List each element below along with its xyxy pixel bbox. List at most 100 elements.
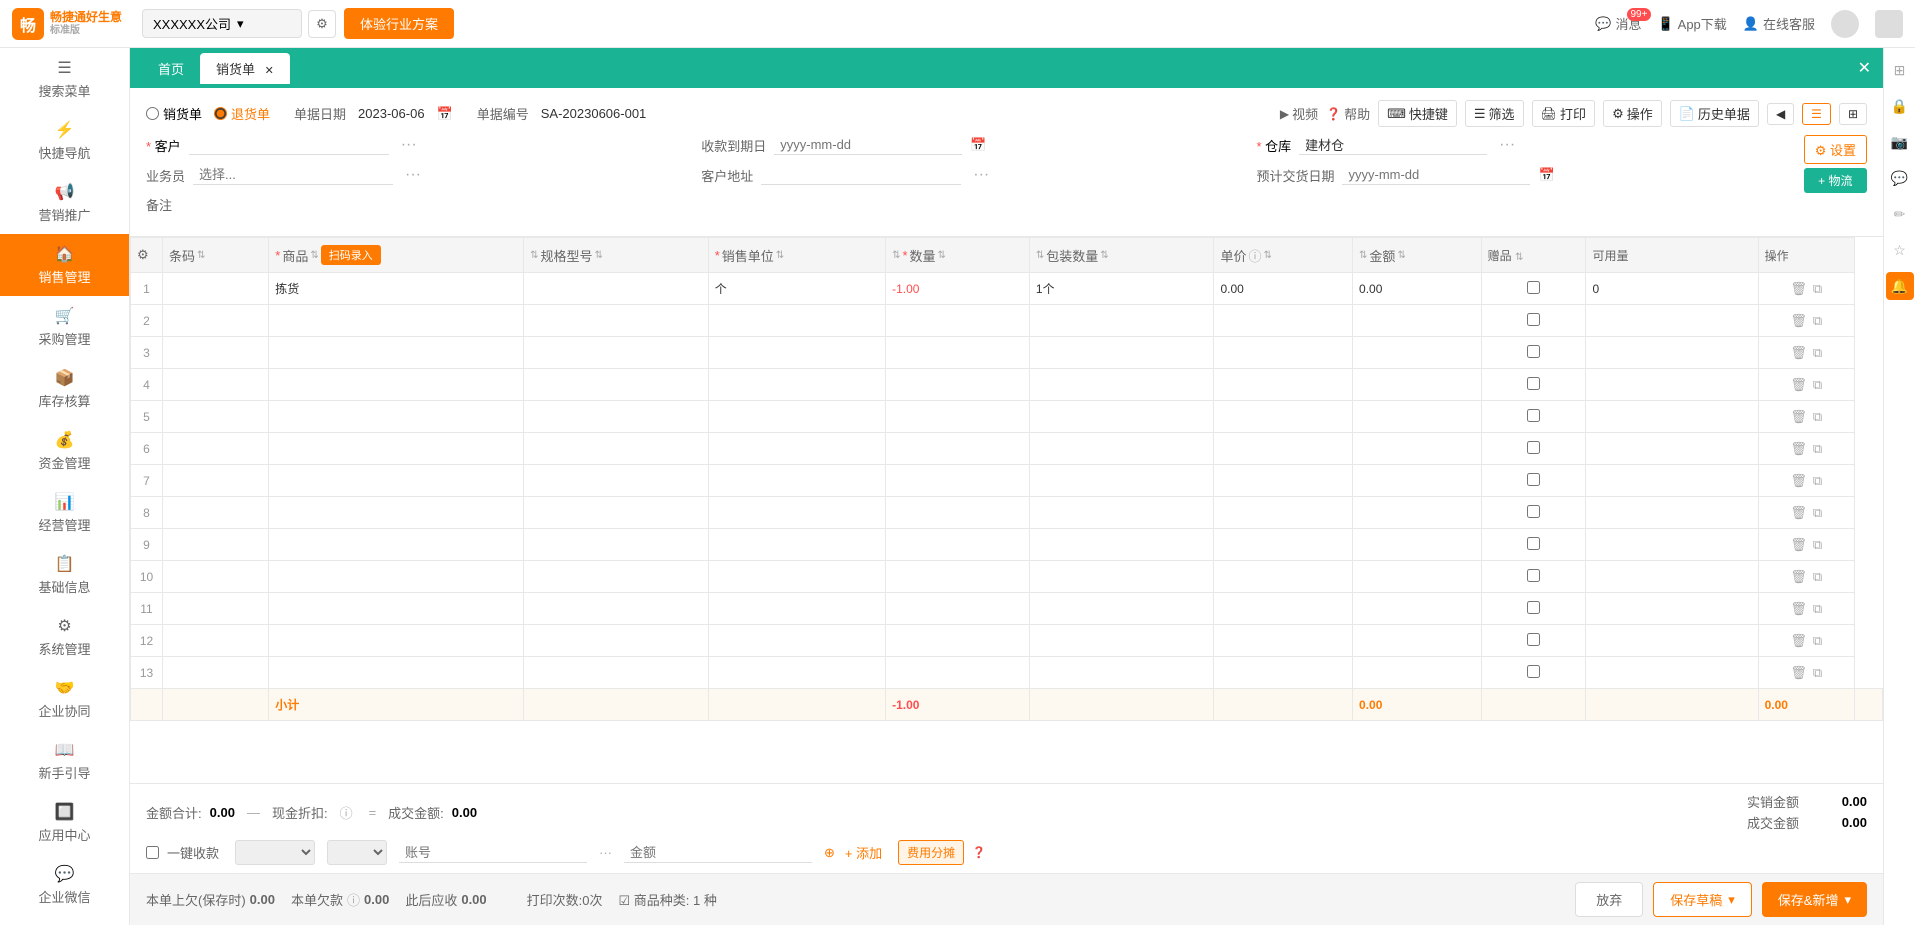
cell-qty[interactable] bbox=[886, 561, 1030, 593]
cell-product[interactable] bbox=[269, 657, 524, 689]
right-icon-photo[interactable]: 📷 bbox=[1886, 128, 1914, 156]
sidebar-item-guide[interactable]: 📖 新手引导 bbox=[0, 730, 129, 792]
customer-input[interactable] bbox=[189, 135, 389, 155]
tab-home[interactable]: 首页 bbox=[142, 53, 200, 84]
cell-unit[interactable] bbox=[708, 593, 885, 625]
cell-unit-price[interactable] bbox=[1214, 401, 1353, 433]
cell-spec[interactable] bbox=[524, 561, 709, 593]
copy-icon[interactable]: ⧉ bbox=[1813, 473, 1822, 489]
cell-pack-qty[interactable] bbox=[1029, 305, 1214, 337]
cell-unit-price[interactable] bbox=[1214, 305, 1353, 337]
account-input[interactable] bbox=[399, 843, 587, 863]
cell-product[interactable] bbox=[269, 529, 524, 561]
cell-gift[interactable] bbox=[1481, 305, 1586, 337]
cell-barcode[interactable] bbox=[163, 337, 269, 369]
expected-calendar-icon[interactable]: 📅 bbox=[1538, 167, 1554, 183]
cell-pack-qty[interactable] bbox=[1029, 657, 1214, 689]
cell-barcode[interactable] bbox=[163, 433, 269, 465]
delete-icon[interactable]: 🗑 bbox=[1790, 345, 1807, 361]
cell-pack-qty[interactable] bbox=[1029, 465, 1214, 497]
cell-unit-price[interactable] bbox=[1214, 625, 1353, 657]
cell-product[interactable] bbox=[269, 465, 524, 497]
copy-icon[interactable]: ⧉ bbox=[1813, 505, 1822, 521]
cell-spec[interactable] bbox=[524, 465, 709, 497]
col-pack-qty-header[interactable]: ⇅ 包装数量 ⇅ bbox=[1029, 238, 1214, 273]
salesperson-input[interactable] bbox=[193, 165, 393, 185]
cell-unit-price[interactable]: 0.00 bbox=[1214, 273, 1353, 305]
cell-barcode[interactable] bbox=[163, 465, 269, 497]
cell-product[interactable] bbox=[269, 369, 524, 401]
sidebar-item-quick-nav[interactable]: ⚡ 快捷导航 bbox=[0, 110, 129, 172]
cell-gift[interactable] bbox=[1481, 497, 1586, 529]
delete-icon[interactable]: 🗑 bbox=[1790, 633, 1807, 649]
cell-unit[interactable] bbox=[708, 305, 885, 337]
cell-unit[interactable] bbox=[708, 433, 885, 465]
cell-gift[interactable] bbox=[1481, 529, 1586, 561]
cell-qty[interactable] bbox=[886, 433, 1030, 465]
cell-unit-price[interactable] bbox=[1214, 369, 1353, 401]
cell-gift[interactable] bbox=[1481, 401, 1586, 433]
col-gift-header[interactable]: 赠品 ⇅ bbox=[1481, 238, 1586, 273]
salesperson-more-icon[interactable]: ··· bbox=[405, 166, 421, 184]
sidebar-item-appstore[interactable]: 🔲 应用中心 bbox=[0, 792, 129, 854]
form-settings-button[interactable]: ⚙ 设置 bbox=[1804, 135, 1867, 164]
cell-unit-price[interactable] bbox=[1214, 657, 1353, 689]
cell-product[interactable] bbox=[269, 401, 524, 433]
cell-unit[interactable] bbox=[708, 497, 885, 529]
copy-icon[interactable]: ⧉ bbox=[1813, 537, 1822, 553]
cell-amount[interactable] bbox=[1353, 593, 1482, 625]
cell-unit[interactable] bbox=[708, 401, 885, 433]
cell-product[interactable] bbox=[269, 305, 524, 337]
cell-amount[interactable] bbox=[1353, 305, 1482, 337]
right-icon-lock[interactable]: 🔒 bbox=[1886, 92, 1914, 120]
sidebar-item-sales[interactable]: 🏠 销售管理 bbox=[0, 234, 129, 296]
sidebar-item-search[interactable]: ☰ 搜索菜单 bbox=[0, 48, 129, 110]
sidebar-item-wechat[interactable]: 💬 企业微信 bbox=[0, 854, 129, 916]
sidebar-item-business[interactable]: 📊 经营管理 bbox=[0, 482, 129, 544]
cell-spec[interactable] bbox=[524, 273, 709, 305]
print-button[interactable]: 🖨 打印 bbox=[1532, 100, 1596, 127]
cell-spec[interactable] bbox=[524, 401, 709, 433]
cell-amount[interactable] bbox=[1353, 497, 1482, 529]
cell-spec[interactable] bbox=[524, 657, 709, 689]
settings-icon[interactable]: ⚙ bbox=[308, 10, 336, 38]
delete-icon[interactable]: 🗑 bbox=[1790, 601, 1807, 617]
shortcut-button[interactable]: ⌨ 快捷键 bbox=[1378, 100, 1457, 127]
cell-pack-qty[interactable] bbox=[1029, 593, 1214, 625]
copy-icon[interactable]: ⧉ bbox=[1813, 441, 1822, 457]
view-grid-button[interactable]: ⊞ bbox=[1839, 103, 1867, 125]
copy-icon[interactable]: ⧉ bbox=[1813, 409, 1822, 425]
cell-amount[interactable] bbox=[1353, 529, 1482, 561]
wuliu-button[interactable]: + 物流 bbox=[1804, 168, 1867, 193]
cell-pack-qty[interactable] bbox=[1029, 497, 1214, 529]
trial-button[interactable]: 体验行业方案 bbox=[344, 8, 454, 39]
cell-spec[interactable] bbox=[524, 337, 709, 369]
cell-unit[interactable] bbox=[708, 465, 885, 497]
col-settings-header[interactable]: ⚙ bbox=[131, 238, 163, 273]
col-unit-header[interactable]: *销售单位 ⇅ bbox=[708, 238, 885, 273]
tab-sales-order[interactable]: 销货单 ✕ bbox=[200, 53, 290, 84]
cell-amount[interactable] bbox=[1353, 625, 1482, 657]
cell-barcode[interactable] bbox=[163, 369, 269, 401]
cell-pack-qty[interactable] bbox=[1029, 433, 1214, 465]
cell-gift[interactable] bbox=[1481, 337, 1586, 369]
amount-input[interactable] bbox=[624, 843, 812, 863]
cell-amount[interactable] bbox=[1353, 657, 1482, 689]
cell-gift[interactable] bbox=[1481, 465, 1586, 497]
cell-amount[interactable] bbox=[1353, 401, 1482, 433]
nav-prev-button[interactable]: ◀ bbox=[1767, 103, 1794, 125]
one-click-pay-checkbox[interactable] bbox=[146, 846, 159, 859]
cell-unit[interactable] bbox=[708, 529, 885, 561]
delete-icon[interactable]: 🗑 bbox=[1790, 505, 1807, 521]
cell-amount[interactable] bbox=[1353, 465, 1482, 497]
cell-barcode[interactable] bbox=[163, 273, 269, 305]
account-select[interactable] bbox=[327, 840, 387, 865]
cell-gift[interactable] bbox=[1481, 369, 1586, 401]
delete-icon[interactable]: 🗑 bbox=[1790, 281, 1807, 297]
copy-icon[interactable]: ⧉ bbox=[1813, 313, 1822, 329]
draft-button[interactable]: 保存草稿 ▾ bbox=[1653, 882, 1752, 917]
cell-product[interactable] bbox=[269, 561, 524, 593]
cell-spec[interactable] bbox=[524, 497, 709, 529]
delete-icon[interactable]: 🗑 bbox=[1790, 313, 1807, 329]
scan-button[interactable]: 扫码录入 bbox=[321, 245, 381, 265]
